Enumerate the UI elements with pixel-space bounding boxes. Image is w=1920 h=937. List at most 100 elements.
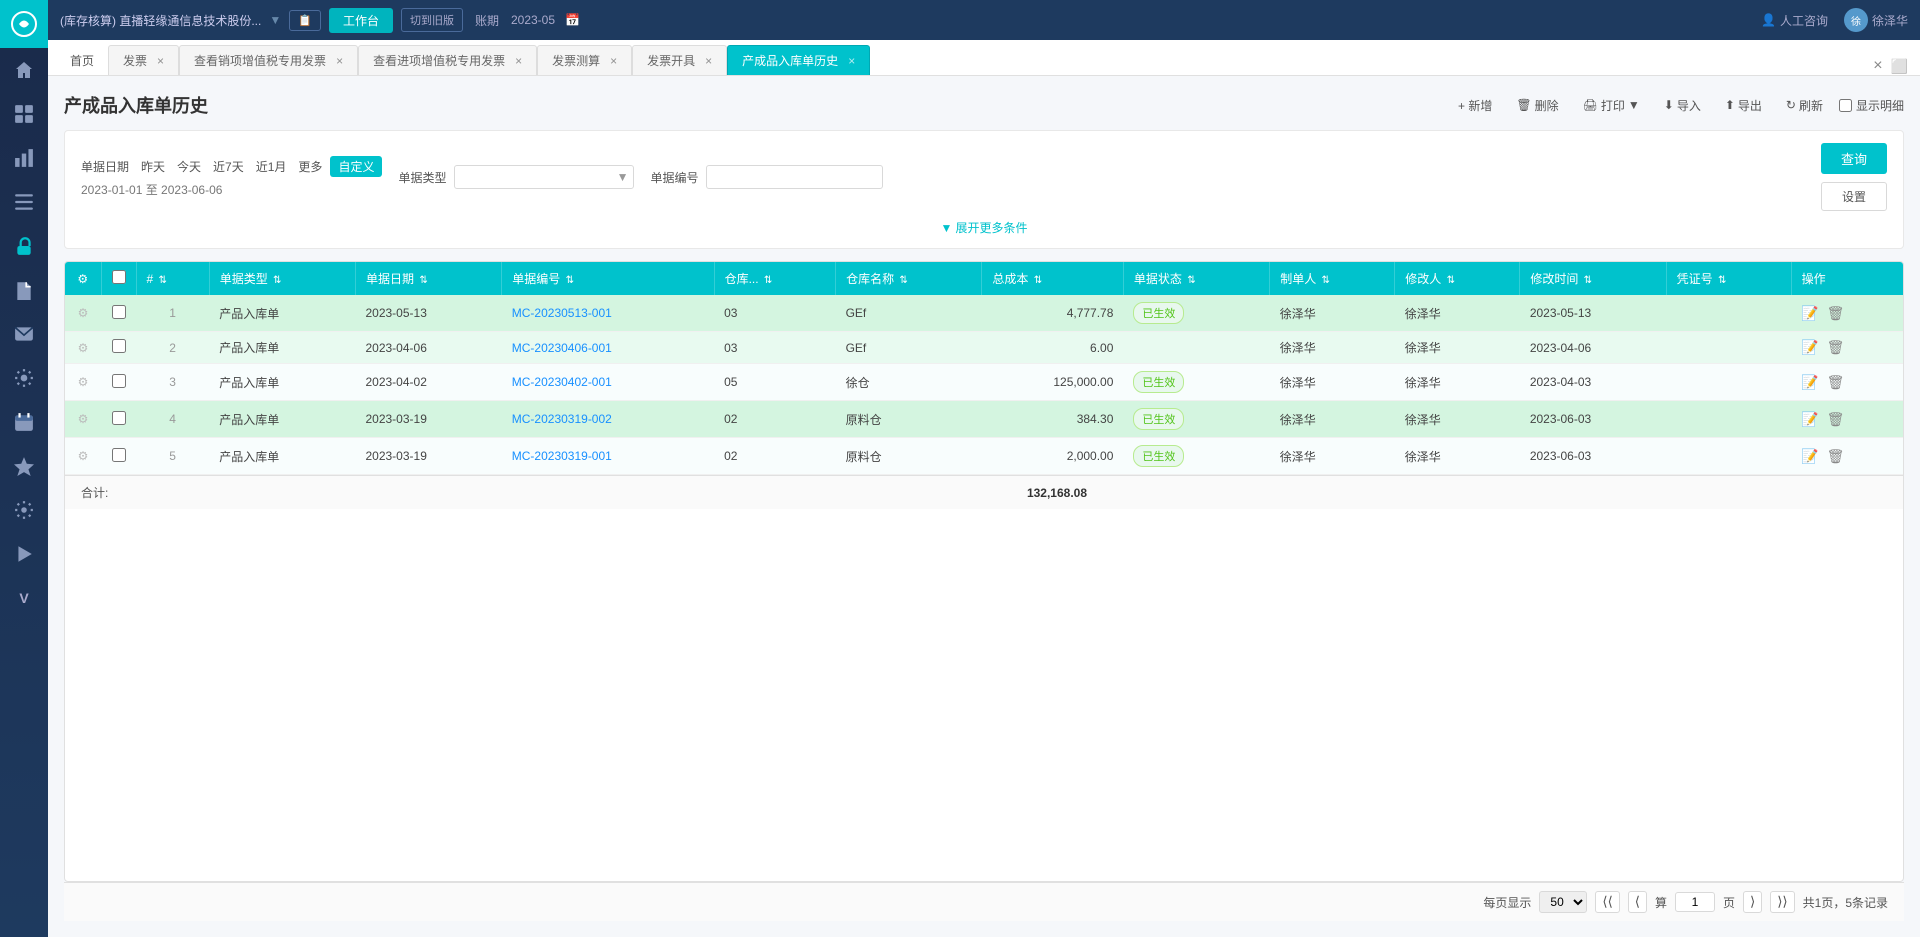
table-row[interactable]: ⚙ 1 产品入库单 2023-05-13 MC-20230513-001 03 … [65,295,1903,332]
sidebar-item-home[interactable] [0,48,48,92]
shortcut-today[interactable]: 今天 [173,156,205,177]
first-page-btn[interactable]: ⟨⟨ [1595,891,1619,913]
th-creator[interactable]: 制单人 ⇅ [1270,262,1395,295]
sidebar-item-v[interactable]: V [0,576,48,620]
new-btn[interactable]: + 新增 [1450,93,1500,118]
row-delete-icon[interactable]: 🗑 [1827,305,1845,322]
last-page-btn[interactable]: ⟩⟩ [1770,891,1794,913]
export-btn[interactable]: ⬆ 导出 [1717,93,1770,118]
support-link[interactable]: 👤 人工咨询 [1761,12,1828,29]
row-number-link[interactable]: MC-20230319-002 [512,412,612,426]
th-modify-time[interactable]: 修改时间 ⇅ [1520,262,1666,295]
tab-maximize[interactable]: ⬜ [1891,58,1908,75]
tab-check-sales-vat[interactable]: 查看销项增值税专用发票 × [179,45,358,75]
row-number[interactable]: MC-20230406-001 [502,332,714,364]
row-settings[interactable]: ⚙ [65,401,101,438]
tab-check-purchase-vat-close[interactable]: × [515,54,522,68]
row-checkbox[interactable] [112,305,126,319]
th-voucher-no[interactable]: 凭证号 ⇅ [1666,262,1791,295]
print-btn[interactable]: 🖨 打印 ▼ [1575,93,1648,118]
row-number-link[interactable]: MC-20230319-001 [512,449,612,463]
tab-invoice-calc[interactable]: 发票测算 × [537,45,632,75]
row-settings[interactable]: ⚙ [65,364,101,401]
tab-invoice-open-close[interactable]: × [705,54,712,68]
row-checkbox[interactable] [112,374,126,388]
import-btn[interactable]: ⬇ 导入 [1656,93,1709,118]
per-page-select[interactable]: 50 [1539,891,1587,913]
show-detail-checkbox[interactable] [1839,99,1852,112]
tab-home[interactable]: 首页 [56,45,108,75]
switch-old-btn[interactable]: 切到旧版 [401,8,463,32]
sidebar-item-mail[interactable] [0,312,48,356]
row-edit-icon[interactable]: 📝 [1801,339,1818,356]
th-date[interactable]: 单据日期 ⇅ [355,262,501,295]
row-number-link[interactable]: MC-20230402-001 [512,375,612,389]
sidebar-item-play[interactable] [0,532,48,576]
row-checkbox-cell[interactable] [101,438,136,475]
prev-page-btn[interactable]: ⟨ [1628,891,1647,913]
row-delete-icon[interactable]: 🗑 [1827,374,1845,391]
table-row[interactable]: ⚙ 5 产品入库单 2023-03-19 MC-20230319-001 02 … [65,438,1903,475]
sidebar-item-calendar[interactable] [0,400,48,444]
row-edit-icon[interactable]: 📝 [1801,374,1818,391]
table-row[interactable]: ⚙ 3 产品入库单 2023-04-02 MC-20230402-001 05 … [65,364,1903,401]
row-settings[interactable]: ⚙ [65,332,101,364]
shortcut-1month[interactable]: 近1月 [252,156,291,177]
query-btn[interactable]: 查询 [1821,143,1887,174]
sidebar-item-doc[interactable] [0,268,48,312]
table-row[interactable]: ⚙ 4 产品入库单 2023-03-19 MC-20230319-002 02 … [65,401,1903,438]
sidebar-item-star[interactable] [0,444,48,488]
row-number[interactable]: MC-20230513-001 [502,295,714,332]
show-detail-label[interactable]: 显示明细 [1839,97,1904,114]
th-modifier[interactable]: 修改人 ⇅ [1395,262,1520,295]
row-delete-icon[interactable]: 🗑 [1827,411,1845,428]
row-delete-icon[interactable]: 🗑 [1827,448,1845,465]
tab-invoice-close[interactable]: × [157,54,164,68]
tab-check-sales-vat-close[interactable]: × [336,54,343,68]
sidebar-item-gear[interactable] [0,488,48,532]
row-checkbox-cell[interactable] [101,295,136,332]
document-btn[interactable]: 📋 [289,10,321,31]
sidebar-item-list[interactable] [0,180,48,224]
th-checkbox[interactable] [101,262,136,295]
row-number[interactable]: MC-20230402-001 [502,364,714,401]
row-checkbox-cell[interactable] [101,364,136,401]
row-checkbox[interactable] [112,339,126,353]
row-settings[interactable]: ⚙ [65,295,101,332]
type-filter-input[interactable] [454,165,634,189]
tab-product-inbound-close[interactable]: × [848,54,855,68]
th-total-cost[interactable]: 总成本 ⇅ [982,262,1124,295]
sidebar-item-analytics[interactable] [0,136,48,180]
th-warehouse-name[interactable]: 仓库名称 ⇅ [836,262,982,295]
row-edit-icon[interactable]: 📝 [1801,411,1818,428]
user-profile[interactable]: 徐 徐泽华 [1844,8,1908,32]
row-checkbox[interactable] [112,411,126,425]
delete-btn[interactable]: 🗑 删除 [1508,93,1566,118]
th-settings[interactable]: ⚙ [65,262,101,295]
tab-check-purchase-vat[interactable]: 查看进项增值税专用发票 × [358,45,537,75]
row-checkbox-cell[interactable] [101,332,136,364]
page-number-input[interactable] [1675,892,1715,912]
refresh-btn[interactable]: ↻ 刷新 [1778,93,1831,118]
th-num[interactable]: # ⇅ [136,262,209,295]
row-number[interactable]: MC-20230319-002 [502,401,714,438]
number-filter-input[interactable] [706,165,883,189]
tab-invoice[interactable]: 发票 × [108,45,179,75]
company-name[interactable]: (库存核算) 直播轻缘通信息技术股份... [60,12,261,29]
sidebar-item-lock[interactable] [0,224,48,268]
sidebar-item-tools[interactable] [0,356,48,400]
shortcut-yesterday[interactable]: 昨天 [137,156,169,177]
row-checkbox[interactable] [112,448,126,462]
th-number[interactable]: 单据编号 ⇅ [502,262,714,295]
workbench-btn[interactable]: 工作台 [329,8,393,33]
sidebar-item-grid[interactable] [0,92,48,136]
row-edit-icon[interactable]: 📝 [1801,305,1818,322]
table-row[interactable]: ⚙ 2 产品入库单 2023-04-06 MC-20230406-001 03 … [65,332,1903,364]
row-settings[interactable]: ⚙ [65,438,101,475]
row-number[interactable]: MC-20230319-001 [502,438,714,475]
row-checkbox-cell[interactable] [101,401,136,438]
expand-btn[interactable]: ▼ 展开更多条件 [941,219,1028,236]
row-edit-icon[interactable]: 📝 [1801,448,1818,465]
shortcut-more[interactable]: 更多 [294,156,326,177]
sidebar-logo[interactable] [0,0,48,48]
